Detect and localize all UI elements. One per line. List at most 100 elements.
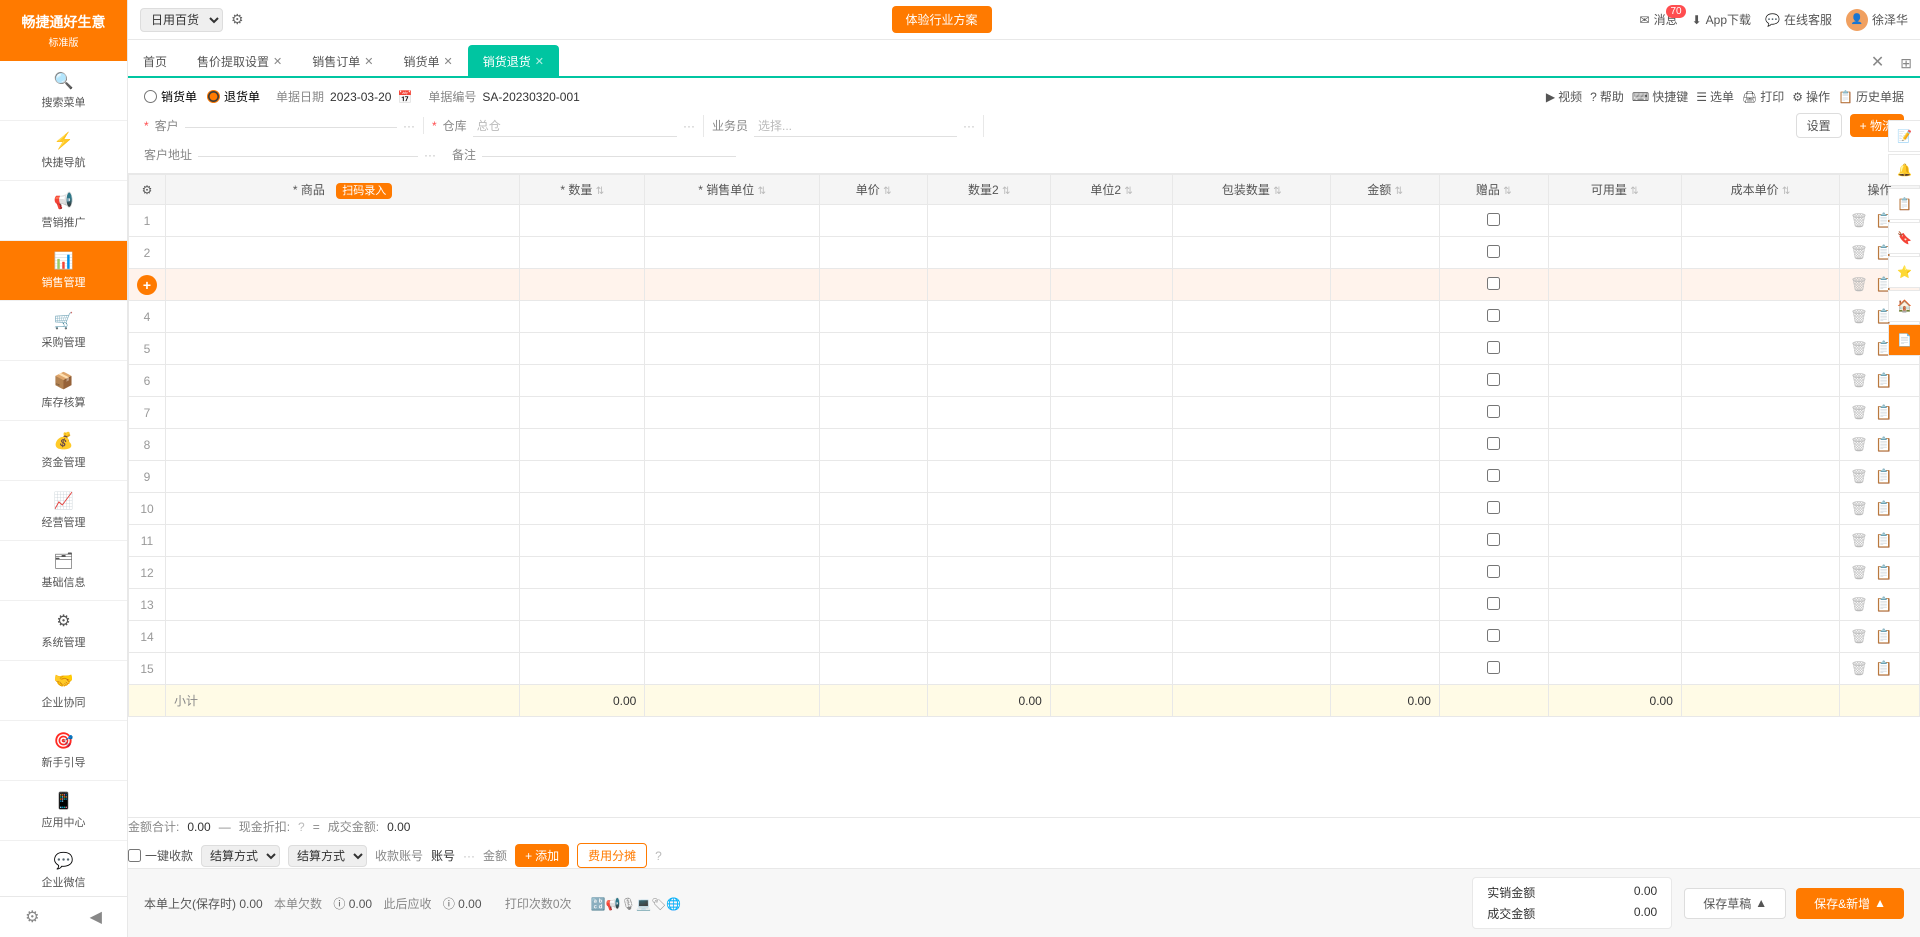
row-gift-5[interactable] xyxy=(1439,333,1548,365)
gift-check-9[interactable] xyxy=(1487,469,1500,482)
row-goods-2[interactable] xyxy=(166,237,520,269)
row-cost-9[interactable] xyxy=(1681,461,1839,493)
row-price-13[interactable] xyxy=(819,589,928,621)
right-float-home[interactable]: 🏠 xyxy=(1888,290,1920,322)
row-qty2-8[interactable] xyxy=(928,429,1050,461)
row-available-9[interactable] xyxy=(1548,461,1681,493)
sidebar-item-库存核算[interactable]: 📦库存核算 xyxy=(0,361,127,421)
discount-info-icon[interactable]: ? xyxy=(298,820,305,834)
row-pkg-13[interactable] xyxy=(1173,589,1331,621)
gift-check-7[interactable] xyxy=(1487,405,1500,418)
row-amount-13[interactable] xyxy=(1331,589,1440,621)
delete-row-14-icon[interactable]: 🗑 xyxy=(1850,628,1868,644)
row-pkg-11[interactable] xyxy=(1173,525,1331,557)
row-available-12[interactable] xyxy=(1548,557,1681,589)
row-qty-2[interactable] xyxy=(520,237,645,269)
row-gift-9[interactable] xyxy=(1439,461,1548,493)
row-unit2-11[interactable] xyxy=(1050,525,1172,557)
row-unit2-2[interactable] xyxy=(1050,237,1172,269)
row-unit2-5[interactable] xyxy=(1050,333,1172,365)
row-qty2-2[interactable] xyxy=(928,237,1050,269)
right-float-note[interactable]: 📝 xyxy=(1888,120,1920,152)
row-unit2-15[interactable] xyxy=(1050,653,1172,685)
sidebar-item-基础信息[interactable]: 🗂基础信息 xyxy=(0,541,127,601)
row-qty2-1[interactable] xyxy=(928,205,1050,237)
gift-check-11[interactable] xyxy=(1487,533,1500,546)
calendar-icon[interactable]: 📅 xyxy=(397,90,412,104)
add-btn[interactable]: + 添加 xyxy=(515,844,569,867)
row-available-2[interactable] xyxy=(1548,237,1681,269)
sidebar-item-应用中心[interactable]: 📱应用中心 xyxy=(0,781,127,841)
add-row-btn-3[interactable]: + xyxy=(137,275,157,295)
tab-close-1[interactable]: ✕ xyxy=(273,55,282,68)
row-price-5[interactable] xyxy=(819,333,928,365)
row-available-14[interactable] xyxy=(1548,621,1681,653)
right-float-doc[interactable]: 📄 xyxy=(1888,324,1920,356)
right-float-list[interactable]: 📋 xyxy=(1888,188,1920,220)
copy-row-10-icon[interactable]: 📋 xyxy=(1875,500,1892,516)
tab-close-4[interactable]: ✕ xyxy=(535,55,544,68)
row-unit-13[interactable] xyxy=(645,589,820,621)
gift-check-5[interactable] xyxy=(1487,341,1500,354)
row-pkg-5[interactable] xyxy=(1173,333,1331,365)
sidebar-item-搜索菜单[interactable]: 🔍搜索菜单 xyxy=(0,61,127,121)
unit2-sort-icon[interactable]: ⇅ xyxy=(1124,186,1132,197)
date-value[interactable]: 2023-03-20 xyxy=(330,90,391,104)
app-download-btn[interactable]: ⬇ App下载 xyxy=(1692,11,1751,28)
row-amount-10[interactable] xyxy=(1331,493,1440,525)
row-unit-8[interactable] xyxy=(645,429,820,461)
collapse-sidebar-btn[interactable]: ◀ xyxy=(90,907,102,927)
tab-销售订单[interactable]: 销售订单✕ xyxy=(297,45,388,77)
pay-checkbox[interactable] xyxy=(128,849,141,862)
row-unit2-13[interactable] xyxy=(1050,589,1172,621)
row-cost-12[interactable] xyxy=(1681,557,1839,589)
online-service-btn[interactable]: 💬 在线客服 xyxy=(1765,11,1832,28)
row-qty-8[interactable] xyxy=(520,429,645,461)
available-sort-icon[interactable]: ⇅ xyxy=(1630,186,1638,197)
row-amount-11[interactable] xyxy=(1331,525,1440,557)
scan-btn[interactable]: 扫码录入 xyxy=(336,183,392,199)
pkg-sort-icon[interactable]: ⇅ xyxy=(1273,186,1281,197)
delete-row-7-icon[interactable]: 🗑 xyxy=(1850,404,1868,420)
row-qty-10[interactable] xyxy=(520,493,645,525)
sidebar-item-资金管理[interactable]: 💰资金管理 xyxy=(0,421,127,481)
copy-row-11-icon[interactable]: 📋 xyxy=(1875,532,1892,548)
delete-row-3-icon[interactable]: 🗑 xyxy=(1850,276,1868,292)
row-goods-5[interactable] xyxy=(166,333,520,365)
customer-more-icon[interactable]: ··· xyxy=(403,119,415,133)
row-qty2-5[interactable] xyxy=(928,333,1050,365)
copy-row-12-icon[interactable]: 📋 xyxy=(1875,564,1892,580)
save-new-btn[interactable]: 保存&新增 ▲ xyxy=(1796,888,1904,919)
row-amount-9[interactable] xyxy=(1331,461,1440,493)
row-cost-4[interactable] xyxy=(1681,301,1839,333)
gift-check-4[interactable] xyxy=(1487,309,1500,322)
row-cost-1[interactable] xyxy=(1681,205,1839,237)
row-price-10[interactable] xyxy=(819,493,928,525)
row-qty2-10[interactable] xyxy=(928,493,1050,525)
form-action-历史单据[interactable]: 📋历史单据 xyxy=(1838,88,1904,105)
gift-check-15[interactable] xyxy=(1487,661,1500,674)
row-goods-8[interactable] xyxy=(166,429,520,461)
save-draft-btn[interactable]: 保存草稿 ▲ xyxy=(1684,888,1786,919)
row-price-6[interactable] xyxy=(819,365,928,397)
right-float-bookmark[interactable]: 🔖 xyxy=(1888,222,1920,254)
gift-check-8[interactable] xyxy=(1487,437,1500,450)
row-qty2-14[interactable] xyxy=(928,621,1050,653)
row-amount-15[interactable] xyxy=(1331,653,1440,685)
row-qty2-3[interactable] xyxy=(928,269,1050,301)
row-unit-6[interactable] xyxy=(645,365,820,397)
row-qty2-15[interactable] xyxy=(928,653,1050,685)
row-qty-11[interactable] xyxy=(520,525,645,557)
row-unit2-12[interactable] xyxy=(1050,557,1172,589)
row-price-11[interactable] xyxy=(819,525,928,557)
sidebar-item-营销推广[interactable]: 📢营销推广 xyxy=(0,181,127,241)
row-price-14[interactable] xyxy=(819,621,928,653)
row-qty-14[interactable] xyxy=(520,621,645,653)
tabbar-expand-btn[interactable]: ⊞ xyxy=(1892,51,1920,76)
row-cost-15[interactable] xyxy=(1681,653,1839,685)
row-available-10[interactable] xyxy=(1548,493,1681,525)
row-pkg-6[interactable] xyxy=(1173,365,1331,397)
gift-check-3[interactable] xyxy=(1487,277,1500,290)
row-unit2-7[interactable] xyxy=(1050,397,1172,429)
row-pkg-9[interactable] xyxy=(1173,461,1331,493)
